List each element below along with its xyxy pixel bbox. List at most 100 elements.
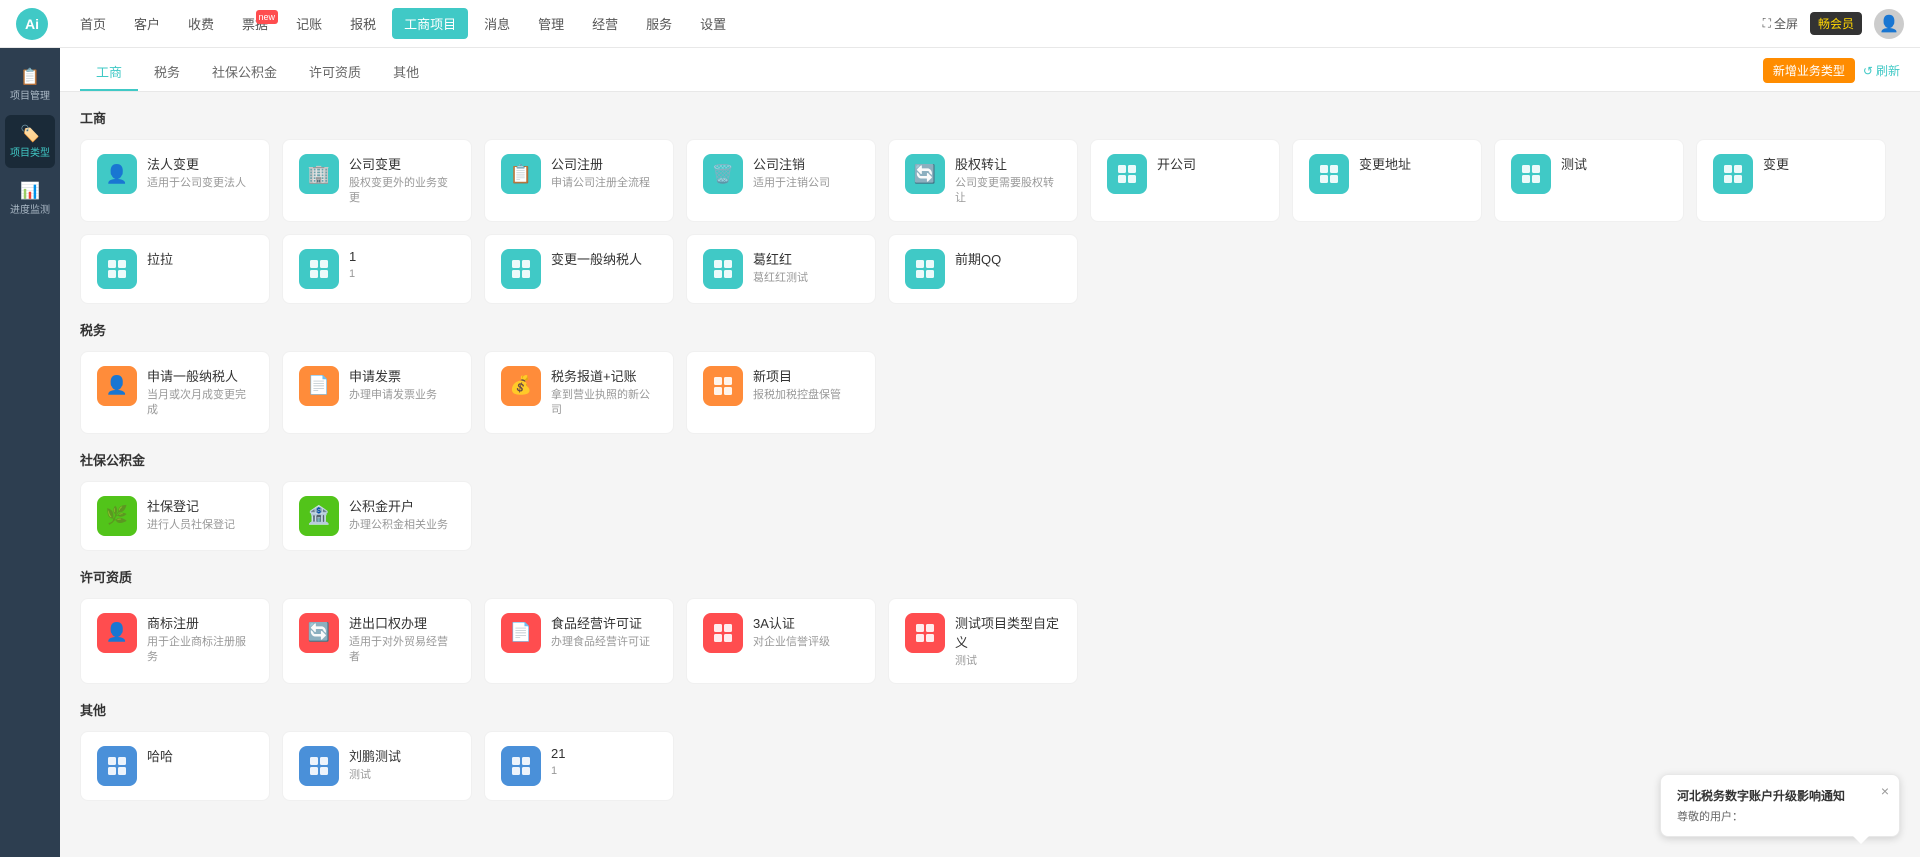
- service-card-preqqq[interactable]: 前期QQ: [888, 234, 1078, 304]
- card-info-test-type: 测试项目类型自定义测试: [955, 613, 1061, 669]
- nav-item-services[interactable]: 服务: [634, 8, 684, 39]
- card-icon-legal-change: 👤: [97, 154, 137, 194]
- service-card-company-change[interactable]: 🏢公司变更股权变更外的业务变更: [282, 139, 472, 222]
- card-info-legal-change: 法人变更适用于公司变更法人: [147, 154, 253, 191]
- card-title-item21: 21: [551, 746, 657, 761]
- refresh-label: 刷新: [1876, 62, 1900, 79]
- content-area: 工商税务社保公积金许可资质其他 新增业务类型 ↺ 刷新 工商👤法人变更适用于公司…: [60, 48, 1920, 857]
- nav-item-messages[interactable]: 消息: [472, 8, 522, 39]
- card-title-preqqq: 前期QQ: [955, 249, 1061, 268]
- card-info-company-cancel: 公司注销适用于注销公司: [753, 154, 859, 191]
- service-card-trademark[interactable]: 👤 商标注册用于企业商标注册服务: [80, 598, 270, 684]
- avatar[interactable]: 👤: [1874, 9, 1904, 39]
- tab-bar: 工商税务社保公积金许可资质其他 新增业务类型 ↺ 刷新: [60, 48, 1920, 92]
- new-type-button[interactable]: 新增业务类型: [1763, 58, 1855, 83]
- card-desc-company-register: 申请公司注册全流程: [551, 176, 657, 191]
- card-title-trademark: 商标注册: [147, 613, 253, 632]
- nav-item-settings[interactable]: 设置: [688, 8, 738, 39]
- service-card-liupeng-test[interactable]: 刘鹏测试测试: [282, 731, 472, 801]
- nav-item-billing[interactable]: 收费: [176, 8, 226, 39]
- notification-arrow: [1853, 836, 1869, 844]
- refresh-button[interactable]: ↺ 刷新: [1863, 62, 1900, 79]
- card-icon-apply-general: 👤: [97, 366, 137, 406]
- nav-item-tickets[interactable]: 票据new: [230, 8, 280, 39]
- nav-item-home[interactable]: 首页: [68, 8, 118, 39]
- service-card-item21[interactable]: 211: [484, 731, 674, 801]
- card-title-test1: 测试: [1561, 154, 1667, 173]
- service-card-new-project[interactable]: 新项目报税加税控盘保管: [686, 351, 876, 434]
- service-card-tax-report-accounting[interactable]: 💰税务报道+记账拿到营业执照的新公司: [484, 351, 674, 434]
- sidebar-item-project-types[interactable]: 🏷️项目类型: [5, 115, 55, 168]
- service-card-test1[interactable]: 测试: [1494, 139, 1684, 222]
- card-info-haha: 哈哈: [147, 746, 253, 768]
- service-card-apply-invoice[interactable]: 📄申请发票办理申请发票业务: [282, 351, 472, 434]
- notification-close-icon[interactable]: ×: [1881, 783, 1889, 799]
- card-title-apply-general: 申请一般纳税人: [147, 366, 253, 385]
- service-card-provident-fund[interactable]: 🏦公积金开户办理公积金相关业务: [282, 481, 472, 551]
- service-card-social-register[interactable]: 🌿社保登记进行人员社保登记: [80, 481, 270, 551]
- nav-item-customer[interactable]: 客户: [122, 8, 172, 39]
- nav-item-management[interactable]: 管理: [526, 8, 576, 39]
- nav-item-accounting[interactable]: 记账: [284, 8, 334, 39]
- service-card-3a-cert[interactable]: 3A认证对企业信誉评级: [686, 598, 876, 684]
- logo[interactable]: Ai: [16, 8, 48, 40]
- refresh-icon: ↺: [1863, 64, 1873, 78]
- service-card-mahonghong[interactable]: 葛红红葛红红测试: [686, 234, 876, 304]
- card-title-import-export: 进出口权办理: [349, 613, 455, 632]
- service-card-legal-change[interactable]: 👤 法人变更适用于公司变更法人: [80, 139, 270, 222]
- section-title-tax-section: 税务: [80, 320, 1900, 339]
- service-card-item1[interactable]: 11: [282, 234, 472, 304]
- card-info-item1: 11: [349, 249, 455, 282]
- service-card-food-license[interactable]: 📄食品经营许可证办理食品经营许可证: [484, 598, 674, 684]
- service-card-haha[interactable]: 哈哈: [80, 731, 270, 801]
- service-card-change-address[interactable]: 变更地址: [1292, 139, 1482, 222]
- card-desc-equity-transfer: 公司变更需要股权转让: [955, 176, 1061, 207]
- card-info-tax-report-accounting: 税务报道+记账拿到营业执照的新公司: [551, 366, 657, 419]
- card-icon-equity-transfer: 🔄: [905, 154, 945, 194]
- card-desc-item21: 1: [551, 764, 657, 779]
- card-title-company-register: 公司注册: [551, 154, 657, 173]
- sidebar-icon-progress: 📊: [19, 180, 41, 202]
- cards-grid-industrial: 👤法人变更适用于公司变更法人🏢公司变更股权变更外的业务变更📋公司注册申请公司注册…: [80, 139, 1900, 304]
- card-info-social-register: 社保登记进行人员社保登记: [147, 496, 253, 533]
- tab-tax[interactable]: 税务: [138, 52, 196, 91]
- card-desc-test-type: 测试: [955, 654, 1061, 669]
- sidebar-item-progress[interactable]: 📊进度监测: [5, 172, 55, 225]
- section-title-industrial: 工商: [80, 108, 1900, 127]
- tab-license[interactable]: 许可资质: [293, 52, 377, 91]
- tab-social-insurance[interactable]: 社保公积金: [196, 52, 293, 91]
- service-card-lala[interactable]: 拉拉: [80, 234, 270, 304]
- sidebar-item-project-mgmt[interactable]: 📋项目管理: [5, 58, 55, 111]
- service-card-import-export[interactable]: 🔄进出口权办理适用于对外贸易经营者: [282, 598, 472, 684]
- card-desc-trademark: 用于企业商标注册服务: [147, 635, 253, 666]
- service-card-company-cancel[interactable]: 🗑️公司注销适用于注销公司: [686, 139, 876, 222]
- card-desc-apply-general: 当月或次月成变更完成: [147, 388, 253, 419]
- fullscreen-btn[interactable]: ⛶ 全屏: [1763, 15, 1798, 32]
- vip-button[interactable]: 畅会员: [1810, 12, 1862, 35]
- service-card-test-type[interactable]: 测试项目类型自定义测试: [888, 598, 1078, 684]
- badge-tickets: new: [256, 10, 279, 24]
- card-title-equity-transfer: 股权转让: [955, 154, 1061, 173]
- service-card-apply-general[interactable]: 👤 申请一般纳税人当月或次月成变更完成: [80, 351, 270, 434]
- page-content: 工商👤法人变更适用于公司变更法人🏢公司变更股权变更外的业务变更📋公司注册申请公司…: [60, 92, 1920, 857]
- card-desc-liupeng-test: 测试: [349, 768, 455, 783]
- cards-grid-license-section: 👤 商标注册用于企业商标注册服务 🔄进出口权办理适用于对外贸易经营者📄食品经营许可证…: [80, 598, 1900, 684]
- service-card-equity-transfer[interactable]: 🔄 股权转让公司变更需要股权转让: [888, 139, 1078, 222]
- card-icon-food-license: 📄: [501, 613, 541, 653]
- card-icon-trademark: 👤: [97, 613, 137, 653]
- card-icon-3a-cert: [703, 613, 743, 653]
- service-card-company-register[interactable]: 📋公司注册申请公司注册全流程: [484, 139, 674, 222]
- card-info-change-general: 变更一般纳税人: [551, 249, 657, 271]
- tab-industrial[interactable]: 工商: [80, 52, 138, 91]
- notification-bubble: × 河北税务数字账户升级影响通知 尊敬的用户：: [1660, 774, 1900, 837]
- nav-item-industrial[interactable]: 工商项目: [392, 8, 468, 39]
- service-card-open-company[interactable]: 开公司: [1090, 139, 1280, 222]
- card-icon-test-type: [905, 613, 945, 653]
- service-card-change1[interactable]: 变更: [1696, 139, 1886, 222]
- nav-item-tax[interactable]: 报税: [338, 8, 388, 39]
- card-desc-legal-change: 适用于公司变更法人: [147, 176, 253, 191]
- card-info-lala: 拉拉: [147, 249, 253, 271]
- nav-item-operations[interactable]: 经营: [580, 8, 630, 39]
- tab-other[interactable]: 其他: [377, 52, 435, 91]
- service-card-change-general[interactable]: 变更一般纳税人: [484, 234, 674, 304]
